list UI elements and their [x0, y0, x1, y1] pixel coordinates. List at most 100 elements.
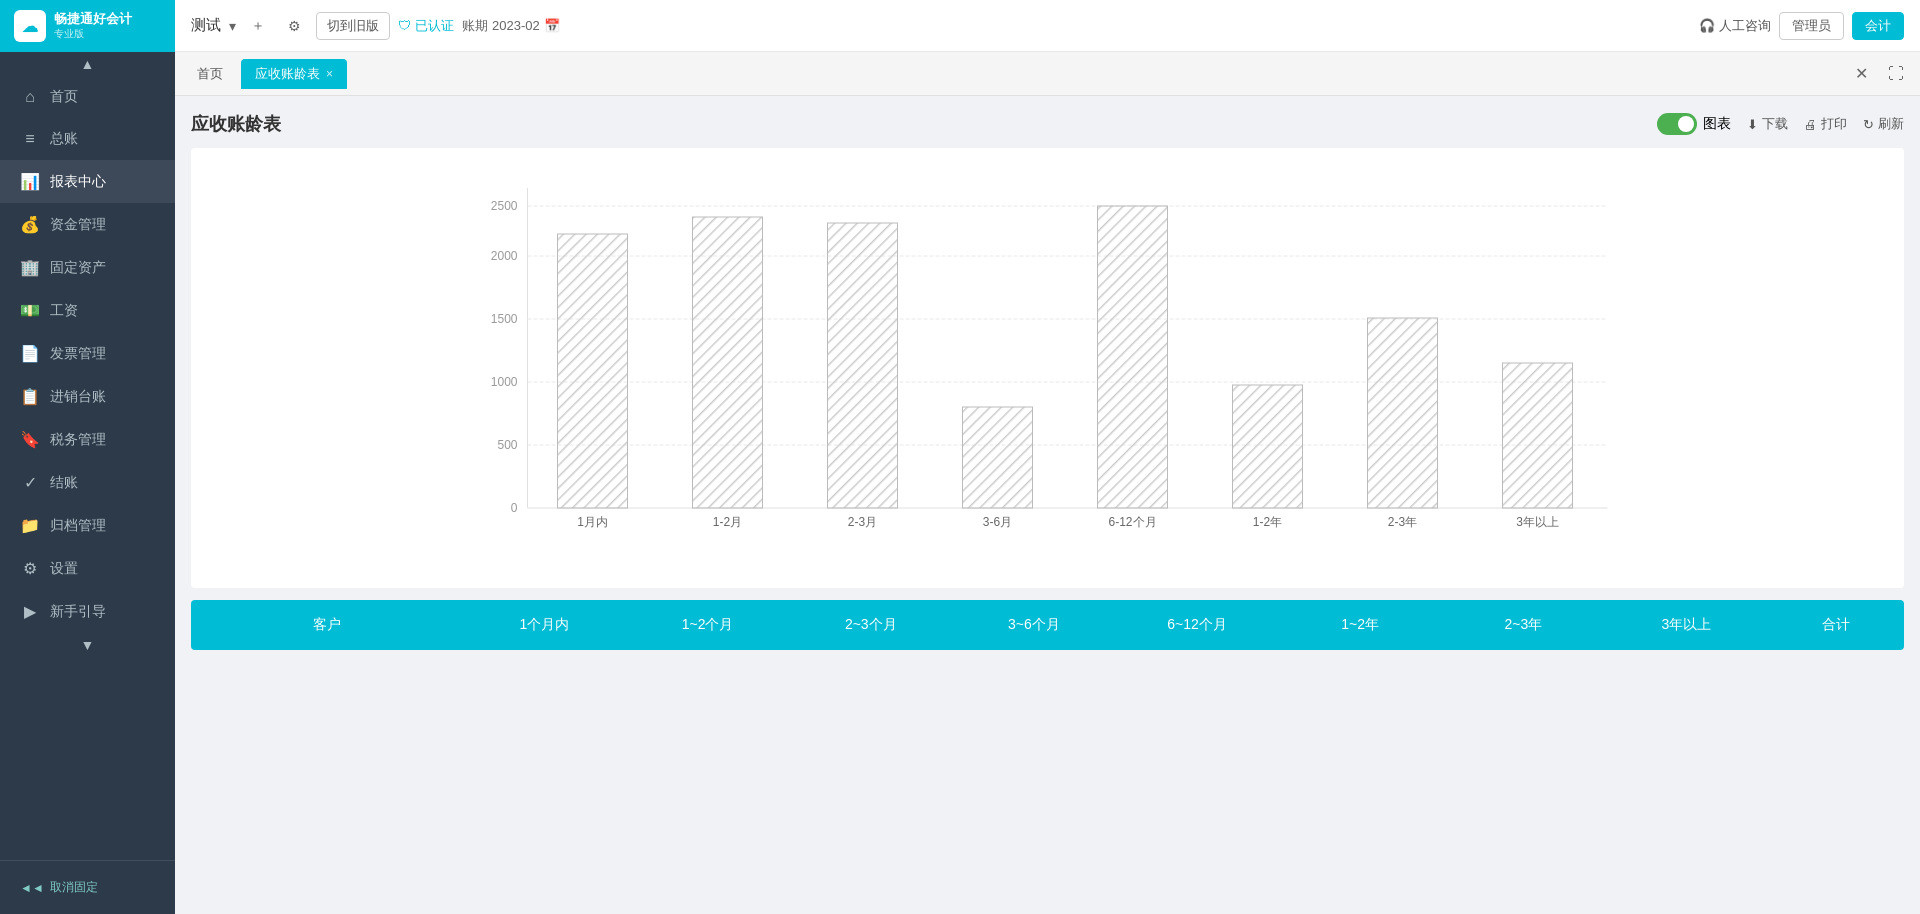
table-header: 客户 1个月内 1~2个月 2~3个月 3~6个月 6~12个月 1~2年 2~…: [191, 600, 1904, 650]
svg-text:6-12个月: 6-12个月: [1108, 515, 1156, 529]
sidebar-item-label: 税务管理: [50, 431, 106, 449]
add-button[interactable]: ＋: [244, 12, 272, 40]
calendar-icon[interactable]: 📅: [544, 18, 560, 33]
sidebar: ☁ 畅捷通好会计 专业版 ▲ ⌂ 首页 ≡ 总账 📊 报表中心 💰 资金管理 🏢…: [0, 0, 175, 914]
salary-icon: 💵: [20, 301, 40, 320]
col-3-6m: 3~6个月: [952, 600, 1115, 650]
sidebar-item-home[interactable]: ⌂ 首页: [0, 76, 175, 118]
bar-8: [1503, 363, 1573, 508]
period-text-label: 账期: [462, 17, 488, 35]
print-label: 打印: [1821, 115, 1847, 133]
expand-icon[interactable]: ⛶: [1880, 61, 1912, 87]
svg-text:2000: 2000: [491, 249, 518, 263]
consult-button[interactable]: 🎧 人工咨询: [1699, 17, 1771, 35]
accountant-button[interactable]: 会计: [1852, 12, 1904, 40]
sidebar-item-trade[interactable]: 📋 进销台账: [0, 375, 175, 418]
sidebar-item-salary[interactable]: 💵 工资: [0, 289, 175, 332]
sidebar-item-label: 工资: [50, 302, 78, 320]
bar-chart: 0 500 1000 1500 2000 2500: [211, 168, 1884, 568]
close-period-icon: ✓: [20, 473, 40, 492]
sidebar-nav: ▲ ⌂ 首页 ≡ 总账 📊 报表中心 💰 资金管理 🏢 固定资产 💵 工资 📄: [0, 52, 175, 860]
svg-text:2-3年: 2-3年: [1388, 515, 1417, 529]
project-dropdown-icon[interactable]: ▾: [229, 18, 236, 34]
sidebar-item-settings[interactable]: ⚙ 设置: [0, 547, 175, 590]
sidebar-item-label: 总账: [50, 130, 78, 148]
download-button[interactable]: ⬇ 下载: [1747, 115, 1788, 133]
page-actions: 图表 ⬇ 下载 🖨 打印 ↻ 刷新: [1657, 113, 1904, 135]
svg-text:1-2月: 1-2月: [713, 515, 742, 529]
scroll-up-arrow[interactable]: ▲: [0, 52, 175, 76]
sidebar-item-label: 固定资产: [50, 259, 106, 277]
sidebar-item-label: 首页: [50, 88, 78, 106]
topbar: 测试 ▾ ＋ ⚙ 切到旧版 🛡 已认证 账期 2023-02 📅 🎧 人工咨询 …: [175, 0, 1920, 52]
switch-old-version-button[interactable]: 切到旧版: [316, 12, 390, 40]
sidebar-item-archive[interactable]: 📁 归档管理: [0, 504, 175, 547]
guide-icon: ▶: [20, 602, 40, 621]
refresh-label: 刷新: [1878, 115, 1904, 133]
col-1-2m: 1~2个月: [626, 600, 789, 650]
cancel-fixed-button[interactable]: ◄◄ 取消固定: [10, 871, 165, 904]
app-logo-icon: ☁: [14, 10, 46, 42]
print-button[interactable]: 🖨 打印: [1804, 115, 1847, 133]
chart-toggle-label: 图表: [1703, 115, 1731, 133]
app-edition: 专业版: [54, 27, 132, 41]
sidebar-item-assets[interactable]: 🏢 固定资产: [0, 246, 175, 289]
svg-text:2-3月: 2-3月: [848, 515, 877, 529]
home-icon: ⌂: [20, 88, 40, 106]
close-all-tabs-button[interactable]: ✕: [1847, 60, 1876, 87]
sidebar-item-ledger[interactable]: ≡ 总账: [0, 118, 175, 160]
funds-icon: 💰: [20, 215, 40, 234]
col-customer: 客户: [191, 600, 463, 650]
ledger-icon: ≡: [20, 130, 40, 148]
download-label: 下载: [1762, 115, 1788, 133]
sidebar-item-close[interactable]: ✓ 结账: [0, 461, 175, 504]
page-title: 应收账龄表: [191, 112, 281, 136]
tab-home-label: 首页: [197, 65, 223, 83]
tab-home[interactable]: 首页: [183, 59, 237, 89]
bar-3: [828, 223, 898, 508]
bar-5: [1098, 206, 1168, 508]
sidebar-item-reports[interactable]: 📊 报表中心: [0, 160, 175, 203]
consult-label: 人工咨询: [1719, 17, 1771, 35]
sidebar-item-tax[interactable]: 🔖 税务管理: [0, 418, 175, 461]
tab-aging[interactable]: 应收账龄表 ×: [241, 59, 347, 89]
certified-badge: 🛡 已认证: [398, 17, 454, 35]
svg-text:0: 0: [511, 501, 518, 515]
scroll-down-arrow[interactable]: ▼: [0, 633, 175, 657]
settings-icon: ⚙: [20, 559, 40, 578]
sidebar-item-invoice[interactable]: 📄 发票管理: [0, 332, 175, 375]
shield-icon: 🛡: [398, 18, 411, 33]
sidebar-item-guide[interactable]: ▶ 新手引导: [0, 590, 175, 633]
settings-gear-button[interactable]: ⚙: [280, 12, 308, 40]
chart-toggle: 图表: [1657, 113, 1731, 135]
bar-1: [558, 234, 628, 508]
col-2-3m: 2~3个月: [789, 600, 952, 650]
bar-7: [1368, 318, 1438, 508]
toggle-switch[interactable]: [1657, 113, 1697, 135]
sidebar-item-label: 发票管理: [50, 345, 106, 363]
sidebar-item-funds[interactable]: 💰 资金管理: [0, 203, 175, 246]
col-6-12m: 6~12个月: [1115, 600, 1278, 650]
reports-icon: 📊: [20, 172, 40, 191]
svg-text:1-2年: 1-2年: [1253, 515, 1282, 529]
main-area: 测试 ▾ ＋ ⚙ 切到旧版 🛡 已认证 账期 2023-02 📅 🎧 人工咨询 …: [175, 0, 1920, 914]
chart-container: 0 500 1000 1500 2000 2500: [191, 148, 1904, 588]
sidebar-item-label: 进销台账: [50, 388, 106, 406]
refresh-button[interactable]: ↻ 刷新: [1863, 115, 1904, 133]
sidebar-item-label: 设置: [50, 560, 78, 578]
bar-2: [693, 217, 763, 508]
svg-text:1000: 1000: [491, 375, 518, 389]
download-icon: ⬇: [1747, 117, 1758, 132]
app-name: 畅捷通好会计: [54, 11, 132, 27]
sidebar-item-label: 新手引导: [50, 603, 106, 621]
sidebar-logo: ☁ 畅捷通好会计 专业版: [0, 0, 175, 52]
tab-close-icon[interactable]: ×: [326, 68, 333, 80]
certified-label: 已认证: [415, 17, 454, 35]
archive-icon: 📁: [20, 516, 40, 535]
svg-text:1500: 1500: [491, 312, 518, 326]
bar-4: [963, 407, 1033, 508]
page-header: 应收账龄表 图表 ⬇ 下载 🖨 打印 ↻ 刷新: [191, 112, 1904, 136]
bar-6: [1233, 385, 1303, 508]
sidebar-item-label: 归档管理: [50, 517, 106, 535]
manager-button[interactable]: 管理员: [1779, 12, 1844, 40]
